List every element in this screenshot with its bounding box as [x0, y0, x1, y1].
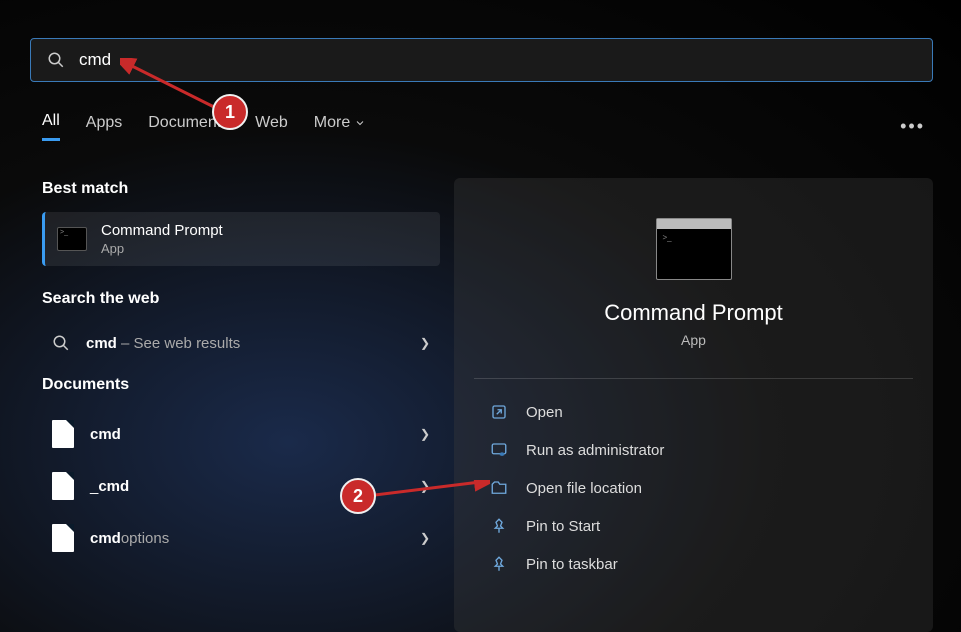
document-item-cmdoptions[interactable]: cmdoptions ❯ — [42, 512, 440, 564]
tab-apps[interactable]: Apps — [86, 114, 122, 140]
annotation-arrow-2 — [370, 480, 490, 510]
document-icon — [52, 472, 74, 500]
chevron-right-icon: ❯ — [420, 531, 430, 545]
action-label: Pin to Start — [526, 518, 600, 535]
document-icon — [52, 524, 74, 552]
tab-web[interactable]: Web — [255, 114, 288, 140]
document-icon — [52, 420, 74, 448]
best-match-name: Command Prompt — [101, 222, 223, 239]
document-name: cmdoptions — [90, 530, 169, 547]
web-result-text: cmd – See web results — [86, 335, 240, 352]
best-match-type: App — [101, 241, 223, 256]
annotation-badge-2: 2 — [340, 478, 376, 514]
shield-monitor-icon — [490, 441, 508, 459]
document-name: _cmd — [90, 478, 129, 495]
action-pin-to-taskbar[interactable]: Pin to taskbar — [474, 545, 913, 583]
best-match-heading: Best match — [42, 180, 440, 198]
annotation-badge-1: 1 — [212, 94, 248, 130]
pin-icon — [490, 555, 508, 573]
documents-heading: Documents — [42, 376, 440, 394]
chevron-right-icon: ❯ — [420, 427, 430, 441]
tab-more[interactable]: More — [314, 114, 366, 140]
preview-pane: Command Prompt App Open Run as administr… — [454, 178, 933, 632]
best-match-command-prompt[interactable]: Command Prompt App — [42, 212, 440, 266]
action-label: Open file location — [526, 480, 642, 497]
action-label: Run as administrator — [526, 442, 664, 459]
search-icon — [47, 51, 65, 69]
preview-title: Command Prompt — [474, 300, 913, 326]
chevron-right-icon: ❯ — [420, 336, 430, 350]
divider — [474, 378, 913, 379]
search-web-heading: Search the web — [42, 290, 440, 308]
preview-type: App — [474, 332, 913, 348]
search-icon — [52, 334, 70, 352]
action-open[interactable]: Open — [474, 393, 913, 431]
pin-icon — [490, 517, 508, 535]
command-prompt-preview-icon — [656, 218, 732, 280]
command-prompt-icon — [57, 227, 87, 251]
chevron-down-icon — [354, 117, 366, 129]
folder-icon — [490, 479, 508, 497]
action-pin-to-start[interactable]: Pin to Start — [474, 507, 913, 545]
document-name: cmd — [90, 426, 121, 443]
tab-all[interactable]: All — [42, 112, 60, 141]
action-open-file-location[interactable]: Open file location — [474, 469, 913, 507]
web-result-item[interactable]: cmd – See web results ❯ — [42, 322, 440, 364]
overflow-menu-button[interactable]: ••• — [900, 116, 925, 137]
action-label: Pin to taskbar — [526, 556, 618, 573]
action-label: Open — [526, 404, 563, 421]
action-run-as-administrator[interactable]: Run as administrator — [474, 431, 913, 469]
document-item-cmd[interactable]: cmd ❯ — [42, 408, 440, 460]
open-icon — [490, 403, 508, 421]
